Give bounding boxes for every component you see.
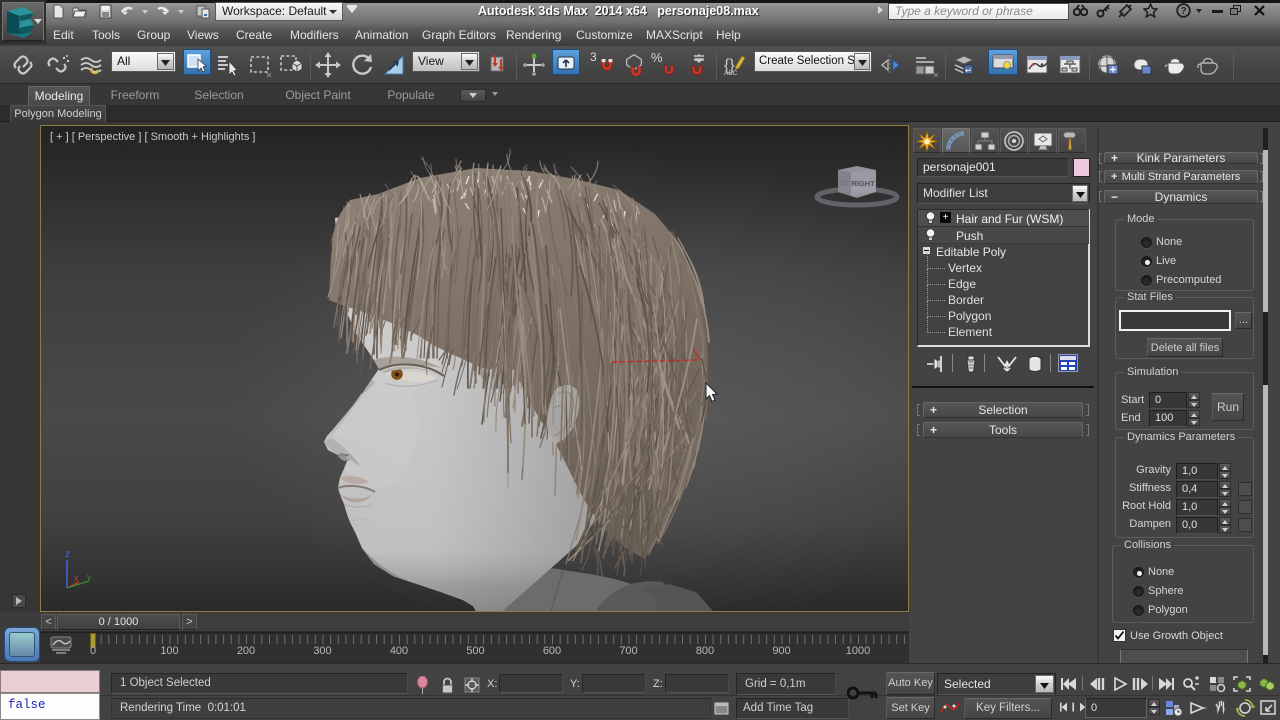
- svg-text:z: z: [65, 549, 70, 560]
- svg-text:↵: ↵: [965, 66, 972, 75]
- svg-text:?: ?: [1180, 6, 1186, 17]
- svg-text:x: x: [74, 573, 79, 583]
- svg-text:y: y: [87, 572, 92, 582]
- svg-text:RIGHT: RIGHT: [851, 179, 875, 188]
- svg-text:CE: CE: [839, 180, 849, 187]
